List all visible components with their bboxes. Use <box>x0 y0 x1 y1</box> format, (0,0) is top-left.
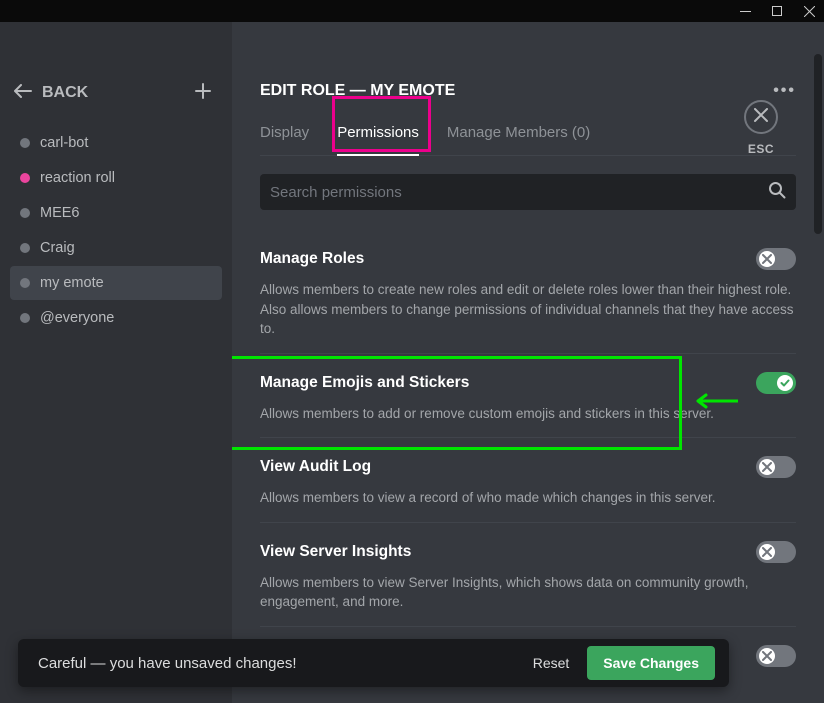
search-permissions-input[interactable] <box>270 184 768 201</box>
role-label: Craig <box>40 240 75 256</box>
sidebar-role-everyone[interactable]: @everyone <box>10 301 222 335</box>
main-panel: EDIT ROLE — MY EMOTE ••• Display Permiss… <box>232 22 824 703</box>
permission-view-audit-log: View Audit Log Allows members to view a … <box>260 438 796 523</box>
tab-permissions[interactable]: Permissions <box>337 124 419 155</box>
sidebar-role-reaction-roll[interactable]: reaction roll <box>10 161 222 195</box>
close-icon <box>754 108 768 127</box>
toggle-knob <box>759 544 775 560</box>
sidebar-role-carl-bot[interactable]: carl-bot <box>10 126 222 160</box>
window-close-button[interactable] <box>798 0 820 22</box>
sidebar-role-my-emote[interactable]: my emote <box>10 266 222 300</box>
save-changes-button[interactable]: Save Changes <box>587 646 715 680</box>
permission-description: Allows members to create new roles and e… <box>260 280 796 339</box>
role-sidebar: BACK carl-bot reaction roll MEE6 Craig m… <box>0 22 232 703</box>
permission-toggle[interactable] <box>756 541 796 563</box>
tabs: Display Permissions Manage Members (0) <box>260 124 796 156</box>
unsaved-changes-bar: Careful — you have unsaved changes! Rese… <box>18 639 729 687</box>
page-title: EDIT ROLE — MY EMOTE <box>260 82 455 100</box>
role-color-dot <box>20 313 30 323</box>
toggle-knob <box>759 459 775 475</box>
permission-description: Allows members to view a record of who m… <box>260 488 796 508</box>
role-color-dot <box>20 208 30 218</box>
permission-toggle[interactable] <box>756 645 796 667</box>
permission-view-server-insights: View Server Insights Allows members to v… <box>260 523 796 627</box>
permission-title: View Audit Log <box>260 458 371 476</box>
close-settings-button[interactable]: ESC <box>744 100 778 156</box>
permission-toggle[interactable] <box>756 248 796 270</box>
permission-manage-roles: Manage Roles Allows members to create ne… <box>260 230 796 354</box>
role-label: MEE6 <box>40 205 80 221</box>
role-label: @everyone <box>40 310 114 326</box>
permission-title: View Server Insights <box>260 543 411 561</box>
role-label: reaction roll <box>40 170 115 186</box>
permission-title: Manage Roles <box>260 250 364 268</box>
role-label: my emote <box>40 275 104 291</box>
toggle-knob <box>777 375 793 391</box>
permission-toggle[interactable] <box>756 372 796 394</box>
permission-description: Allows members to view Server Insights, … <box>260 573 796 612</box>
window-maximize-button[interactable] <box>766 0 788 22</box>
role-color-dot <box>20 138 30 148</box>
role-color-dot <box>20 173 30 183</box>
role-color-dot <box>20 278 30 288</box>
toggle-knob <box>759 251 775 267</box>
annotation-arrow-icon <box>692 393 738 414</box>
reset-button[interactable]: Reset <box>533 655 570 671</box>
search-icon <box>768 181 786 204</box>
window-minimize-button[interactable] <box>734 0 756 22</box>
add-role-button[interactable] <box>194 82 212 104</box>
permission-toggle[interactable] <box>756 456 796 478</box>
sidebar-role-craig[interactable]: Craig <box>10 231 222 265</box>
window-titlebar <box>0 0 824 22</box>
arrow-left-icon <box>14 84 32 103</box>
role-color-dot <box>20 243 30 253</box>
unsaved-message: Careful — you have unsaved changes! <box>38 655 297 672</box>
tab-manage-members[interactable]: Manage Members (0) <box>447 124 590 155</box>
sidebar-role-mee6[interactable]: MEE6 <box>10 196 222 230</box>
permission-title: Manage Emojis and Stickers <box>260 374 469 392</box>
esc-label: ESC <box>748 142 774 156</box>
scrollbar[interactable] <box>814 54 822 234</box>
back-label: BACK <box>42 84 88 102</box>
role-label: carl-bot <box>40 135 88 151</box>
tab-display[interactable]: Display <box>260 124 309 155</box>
toggle-knob <box>759 648 775 664</box>
more-menu-button[interactable]: ••• <box>773 82 796 100</box>
search-permissions-input-wrap[interactable] <box>260 174 796 210</box>
back-button[interactable]: BACK <box>14 84 88 103</box>
